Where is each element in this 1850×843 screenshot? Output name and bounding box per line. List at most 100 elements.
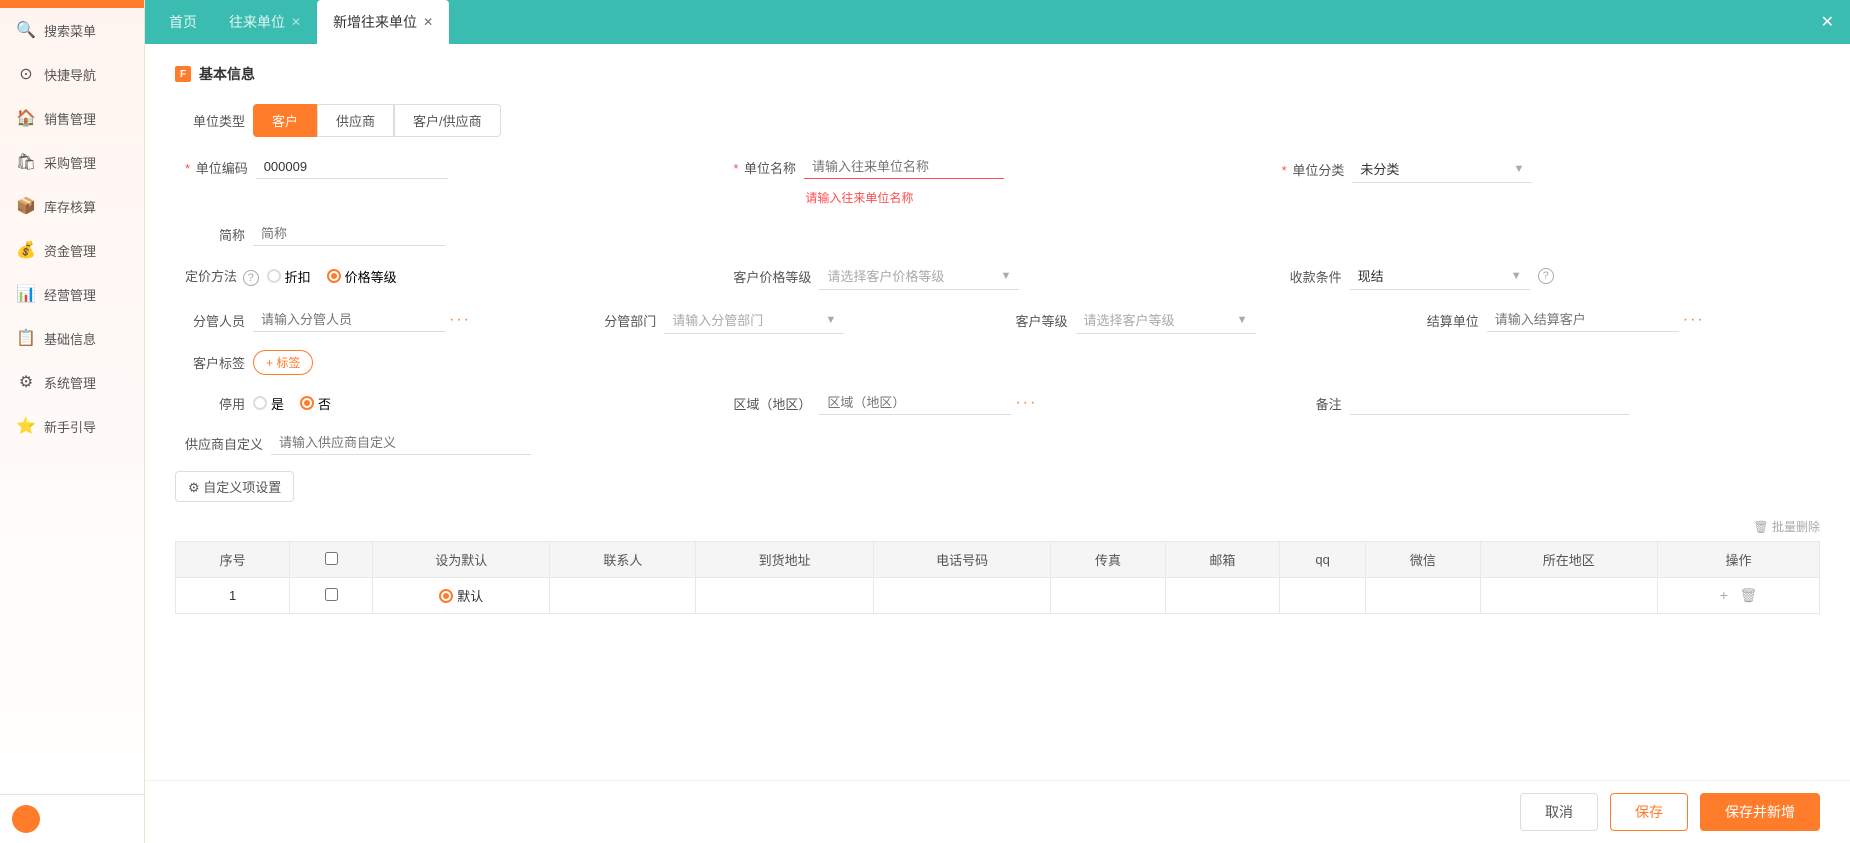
tab-new-partner-close-icon[interactable]: ✕	[423, 15, 433, 29]
sidebar-item-label: 系统管理	[44, 373, 96, 392]
sidebar-item-operation[interactable]: 📊 经营管理	[0, 272, 144, 316]
sidebar: 🔍 搜索菜单 ⊙ 快捷导航 🏠 销售管理 🛍 采购管理 📦 库存核算 💰 资金管…	[0, 0, 145, 843]
settlement-dots-btn[interactable]: ···	[1683, 311, 1705, 329]
disable-no-circle	[300, 396, 314, 410]
sidebar-item-label: 搜索菜单	[44, 21, 96, 40]
pricing-level-radio[interactable]: 价格等级	[327, 267, 397, 286]
customer-price-level-select[interactable]: 请选择客户价格等级 ▼	[819, 262, 1019, 290]
disable-yes-radio[interactable]: 是	[253, 394, 284, 413]
custom-settings-button[interactable]: ⚙ 自定义项设置	[175, 471, 294, 502]
default-radio-label: 默认	[457, 586, 483, 605]
pricing-help-icon[interactable]: ?	[243, 270, 259, 286]
unit-type-customer-btn[interactable]: 客户	[253, 104, 317, 137]
sidebar-item-search[interactable]: 🔍 搜索菜单	[0, 8, 144, 52]
department-placeholder: 请输入分管部门	[672, 310, 763, 329]
sidebar-item-stock[interactable]: 📦 库存核算	[0, 184, 144, 228]
col-default: 设为默认	[372, 542, 550, 578]
sidebar-bottom	[0, 794, 144, 843]
tab-partner-close-icon[interactable]: ✕	[291, 15, 301, 29]
unit-name-label: * 单位名称	[733, 158, 796, 177]
sidebar-item-sales[interactable]: 🏠 销售管理	[0, 96, 144, 140]
unit-code-input[interactable]	[256, 155, 448, 179]
unit-type-both-btn[interactable]: 客户/供应商	[394, 104, 501, 137]
batch-delete-button[interactable]: 🗑 批量删除	[1753, 518, 1820, 535]
save-add-button[interactable]: 保存并新增	[1700, 793, 1820, 831]
pricing-row: 定价方法 ? 折扣 价格等级 客户价格等级 请选择客户价	[175, 262, 1820, 290]
pricing-level-label: 价格等级	[345, 267, 397, 286]
payment-help-icon[interactable]: ?	[1538, 268, 1554, 284]
pricing-discount-radio[interactable]: 折扣	[267, 267, 311, 286]
manager-field: ···	[253, 308, 471, 332]
unit-type-btn-group: 客户 供应商 客户/供应商	[253, 104, 501, 137]
unit-category-label: * 单位分类	[1282, 160, 1345, 179]
tab-new-partner[interactable]: 新增往来单位 ✕	[317, 0, 449, 44]
select-all-checkbox[interactable]	[325, 552, 338, 565]
sidebar-item-label: 新手引导	[44, 417, 96, 436]
unit-type-row: 单位类型 客户 供应商 客户/供应商	[175, 104, 1820, 137]
table-header-row: 序号 设为默认 联系人 到货地址 电话号码 传真 邮箱 qq 微信 所在地区 操…	[176, 542, 1820, 578]
manager-dots-btn[interactable]: ···	[449, 311, 471, 329]
row-delete-button[interactable]: 🗑	[1736, 585, 1762, 606]
supplier-custom-input[interactable]	[271, 431, 531, 455]
department-group: 分管部门 请输入分管部门 ▼	[586, 306, 997, 334]
sidebar-item-label: 库存核算	[44, 197, 96, 216]
manager-input[interactable]	[253, 308, 445, 332]
disable-radio-group: 是 否	[253, 394, 331, 413]
col-check	[290, 542, 373, 578]
unit-name-input[interactable]	[804, 155, 1004, 179]
customer-price-level-group: 客户价格等级 请选择客户价格等级 ▼	[723, 262, 1271, 290]
settlement-input[interactable]	[1487, 308, 1679, 332]
basic-icon: 📋	[16, 328, 36, 348]
pricing-method-group: 定价方法 ? 折扣 价格等级	[175, 266, 723, 286]
disable-no-radio[interactable]: 否	[300, 394, 331, 413]
main-area: 首页 往来单位 ✕ 新增往来单位 ✕ ✕ F 基本信息 单位类型 客户 供应商 …	[145, 0, 1850, 843]
pricing-method-label: 定价方法 ?	[185, 266, 259, 286]
add-tag-button[interactable]: + 标签	[253, 350, 313, 375]
price-level-dropdown-icon: ▼	[1000, 270, 1011, 282]
save-button[interactable]: 保存	[1610, 793, 1688, 831]
unit-category-select[interactable]: 未分类 ▼	[1352, 155, 1532, 183]
sidebar-item-quicknav[interactable]: ⊙ 快捷导航	[0, 52, 144, 96]
tab-bar-close-icon[interactable]: ✕	[1813, 12, 1842, 32]
disable-label: 停用	[185, 394, 245, 413]
payment-terms-select[interactable]: 现结 ▼	[1350, 262, 1530, 290]
manager-group: 分管人员 ···	[175, 308, 586, 332]
section-title-basic: F 基本信息	[175, 64, 1820, 84]
tab-partner[interactable]: 往来单位 ✕	[213, 0, 317, 44]
row-add-button[interactable]: +	[1716, 585, 1732, 605]
customer-level-group: 客户等级 请选择客户等级 ▼	[998, 306, 1409, 334]
table-row: 1 默认	[176, 578, 1820, 614]
department-select[interactable]: 请输入分管部门 ▼	[664, 306, 844, 334]
supplier-custom-label: 供应商自定义	[185, 434, 263, 453]
customer-tag-label: 客户标签	[185, 353, 245, 372]
default-radio-circle[interactable]	[439, 589, 453, 603]
department-label: 分管部门	[596, 311, 656, 330]
sidebar-item-label: 采购管理	[44, 153, 96, 172]
cancel-button[interactable]: 取消	[1520, 793, 1598, 831]
finance-icon: 💰	[16, 240, 36, 260]
pricing-level-radio-circle	[327, 269, 341, 283]
region-dots-btn[interactable]: ···	[1015, 394, 1037, 412]
sidebar-item-newguide[interactable]: ⭐ 新手引导	[0, 404, 144, 448]
tab-home[interactable]: 首页	[153, 0, 213, 44]
remark-input[interactable]	[1350, 391, 1630, 415]
sidebar-item-purchase[interactable]: 🛍 采购管理	[0, 140, 144, 184]
contacts-table: 序号 设为默认 联系人 到货地址 电话号码 传真 邮箱 qq 微信 所在地区 操…	[175, 541, 1820, 614]
sidebar-item-basic[interactable]: 📋 基础信息	[0, 316, 144, 360]
sidebar-item-system[interactable]: ⚙ 系统管理	[0, 360, 144, 404]
pricing-radio-group: 折扣 价格等级	[267, 267, 397, 286]
sidebar-item-label: 基础信息	[44, 329, 96, 348]
remark-group: 备注	[1272, 391, 1820, 415]
short-name-input[interactable]	[253, 222, 445, 246]
unit-type-supplier-btn[interactable]: 供应商	[317, 104, 394, 137]
batch-delete-area: 🗑 批量删除	[175, 518, 1820, 535]
sidebar-item-finance[interactable]: 💰 资金管理	[0, 228, 144, 272]
row-checkbox[interactable]	[325, 588, 338, 601]
payment-dropdown-icon: ▼	[1511, 270, 1522, 282]
tags-row: 客户标签 + 标签	[175, 350, 1820, 375]
unit-name-group: * 单位名称 请输入往来单位名称	[723, 155, 1271, 206]
region-input[interactable]	[819, 391, 1011, 415]
customer-level-select[interactable]: 请选择客户等级 ▼	[1076, 306, 1256, 334]
section-icon: F	[175, 66, 191, 82]
form-footer: 取消 保存 保存并新增	[145, 780, 1850, 843]
